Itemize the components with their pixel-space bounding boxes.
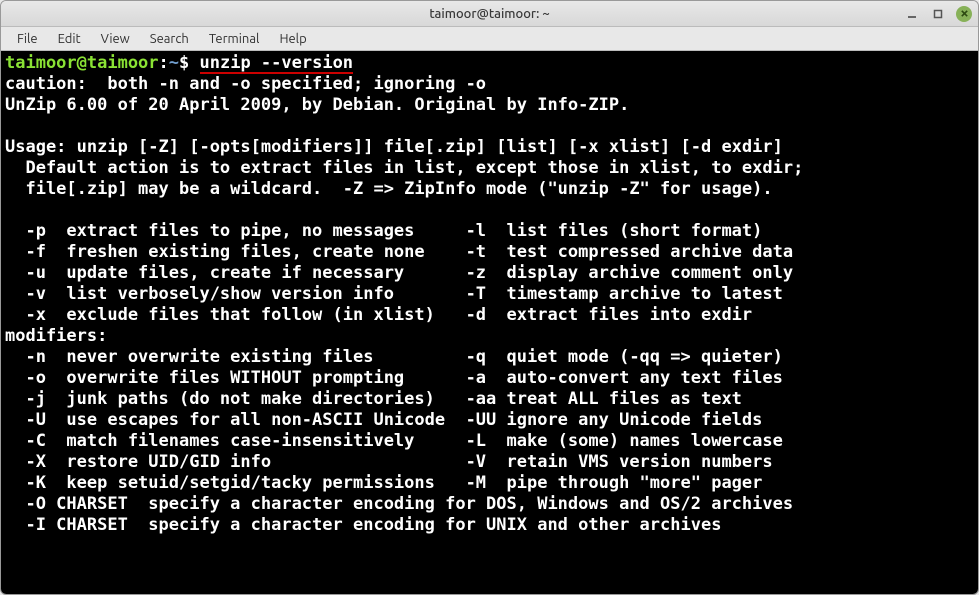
prompt-path: ~ (169, 53, 179, 73)
output-line: -j junk paths (do not make directories) … (5, 389, 742, 409)
output-line: -K keep setuid/setgid/tacky permissions … (5, 473, 762, 493)
terminal-body[interactable]: taimoor@taimoor:~$ unzip --version cauti… (1, 51, 978, 594)
menu-file[interactable]: File (7, 29, 48, 49)
window-title: taimoor@taimoor: ~ (429, 7, 549, 21)
output-line: Usage: unzip [-Z] [-opts[modifiers]] fil… (5, 137, 783, 157)
output-line: -X restore UID/GID info -V retain VMS ve… (5, 452, 773, 472)
menu-edit[interactable]: Edit (48, 29, 91, 49)
output-line: -f freshen existing files, create none -… (5, 242, 793, 262)
output-line: -o overwrite files WITHOUT prompting -a … (5, 368, 783, 388)
output-line: modifiers: (5, 326, 107, 346)
menubar: File Edit View Search Terminal Help (1, 27, 978, 51)
menu-terminal[interactable]: Terminal (199, 29, 270, 49)
prompt-dollar: $ (179, 53, 199, 73)
output-line: -U use escapes for all non-ASCII Unicode… (5, 410, 762, 430)
minimize-button[interactable] (904, 6, 920, 22)
maximize-button[interactable] (930, 6, 946, 22)
output-line: Default action is to extract files in li… (5, 158, 803, 178)
output-line: -O CHARSET specify a character encoding … (5, 494, 793, 514)
menu-view[interactable]: View (91, 29, 140, 49)
output-line: -p extract files to pipe, no messages -l… (5, 221, 762, 241)
output-line: caution: both -n and -o specified; ignor… (5, 74, 486, 94)
output-line: -n never overwrite existing files -q qui… (5, 347, 783, 367)
output-line: file[.zip] may be a wildcard. -Z => ZipI… (5, 179, 773, 199)
window-controls (904, 1, 972, 26)
output-line: -x exclude files that follow (in xlist) … (5, 305, 752, 325)
output-line: -I CHARSET specify a character encoding … (5, 515, 721, 535)
menu-help[interactable]: Help (269, 29, 316, 49)
command-text: unzip --version (200, 53, 354, 73)
prompt-colon: : (159, 53, 169, 73)
terminal-window: taimoor@taimoor: ~ File Edit View Search… (0, 0, 979, 595)
prompt-user-host: taimoor@taimoor (5, 53, 159, 73)
menu-search[interactable]: Search (140, 29, 199, 49)
output-line: UnZip 6.00 of 20 April 2009, by Debian. … (5, 95, 629, 115)
output-line: -v list verbosely/show version info -T t… (5, 284, 783, 304)
close-button[interactable] (956, 6, 972, 22)
output-line: -u update files, create if necessary -z … (5, 263, 793, 283)
titlebar[interactable]: taimoor@taimoor: ~ (1, 1, 978, 27)
output-line: -C match filenames case-insensitively -L… (5, 431, 783, 451)
